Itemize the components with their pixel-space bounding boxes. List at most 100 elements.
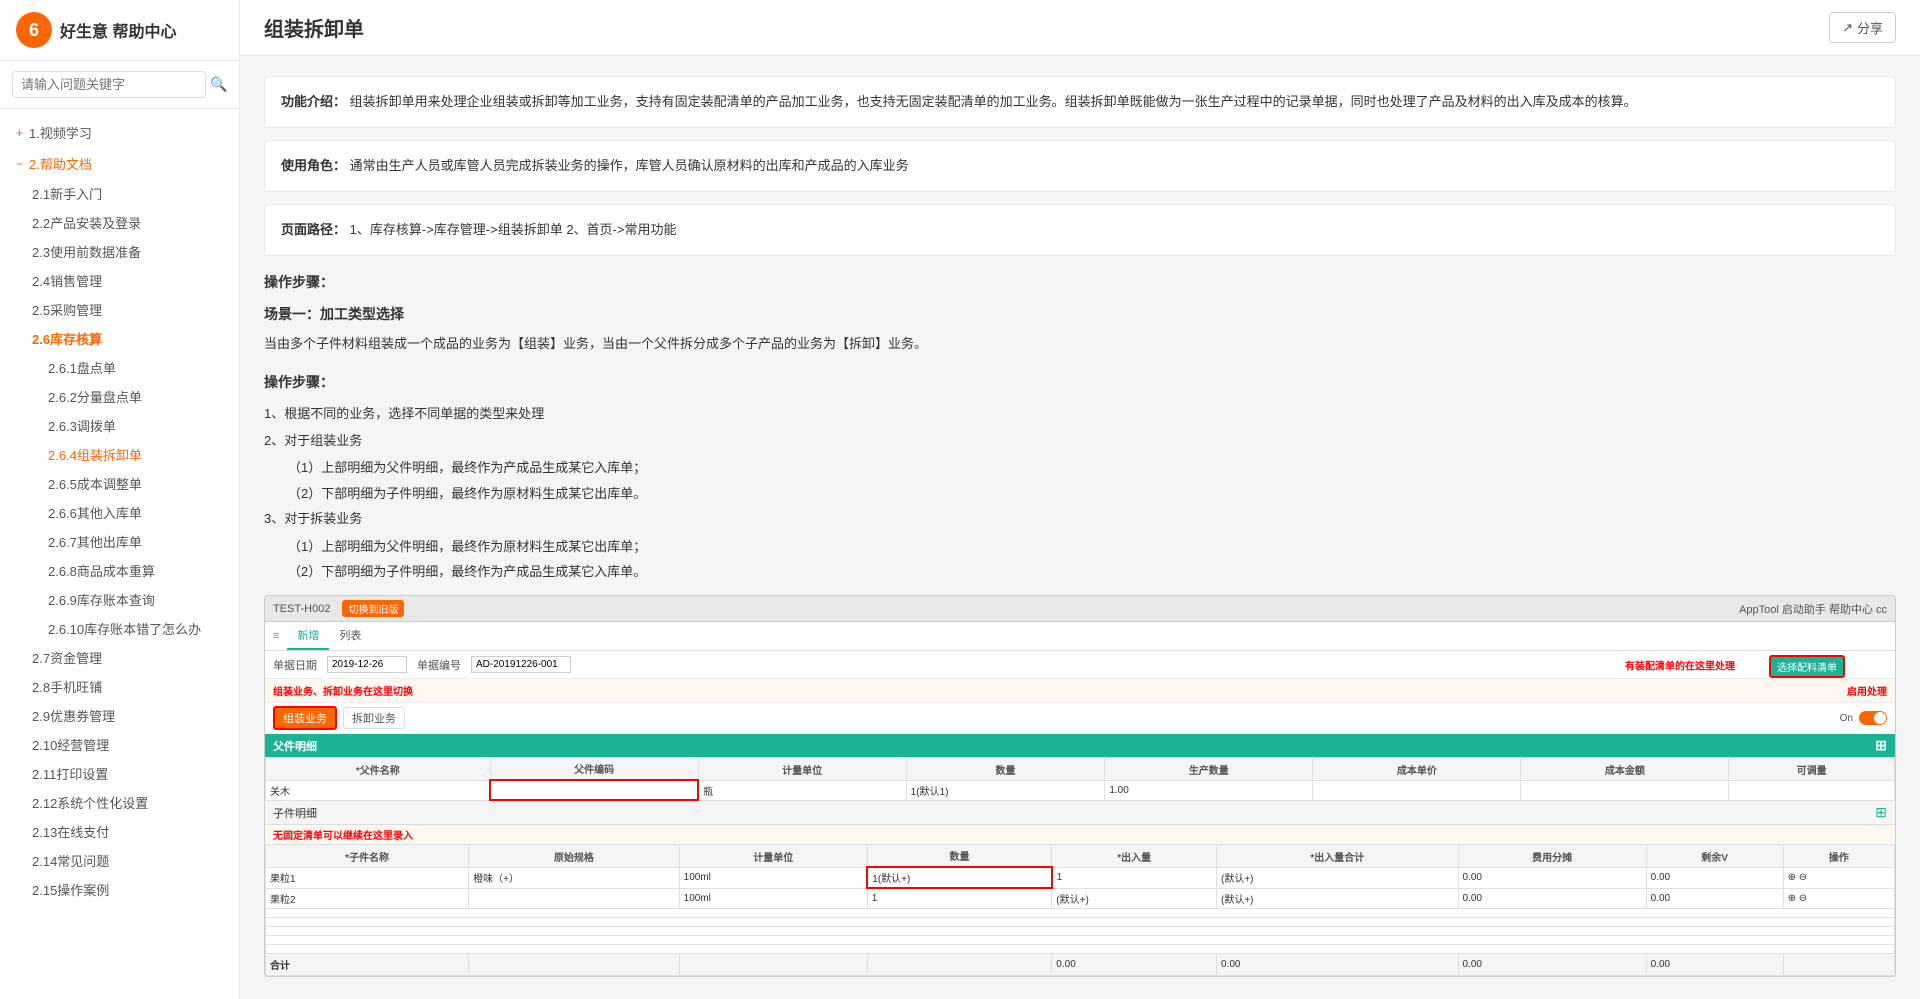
ops-section: 操作步骤： 场景一：加工类型选择 当由多个子件材料组装成一个成品的业务为【组装】… xyxy=(264,272,1896,583)
annotation4-container: 无固定清单可以继续在这里录入 xyxy=(265,825,1895,844)
empty-row-3 xyxy=(266,908,1895,917)
path-label: 页面路径： xyxy=(281,222,346,237)
th-remain: 剩余V xyxy=(1646,845,1783,868)
sidebar-item-mobile[interactable]: 2.8手机旺铺 xyxy=(0,672,239,701)
sidebar-item-finance[interactable]: 2.7资金管理 xyxy=(0,643,239,672)
td-inout1-1: 1 xyxy=(1052,867,1217,888)
screenshot-topbar-icons: AppTool 启动助手 帮助中心 cc xyxy=(1739,601,1887,617)
table-footer: 合计 0.00 0.00 0.00 0.00 xyxy=(266,953,1895,975)
empty-row-5 xyxy=(266,926,1895,935)
sidebar-item-inv263[interactable]: 2.6.3调拨单 xyxy=(0,411,239,440)
sidebar-item-inv266[interactable]: 2.6.6其他入库单 xyxy=(0,498,239,527)
logo-text: 好生意 帮助中心 xyxy=(60,18,176,42)
sidebar-item-docs-label: 2.帮助文档 xyxy=(29,154,92,173)
sidebar-item-inventory[interactable]: 2.6库存核算 xyxy=(0,324,239,353)
sidebar-item-system[interactable]: 2.12系统个性化设置 xyxy=(0,788,239,817)
sidebar-item-print[interactable]: 2.11打印设置 xyxy=(0,759,239,788)
search-button[interactable]: 🔍 xyxy=(210,76,227,93)
table-row: 果粒1 橙味（+） 100ml 1(默认+) 1 (默认+) 0.00 0.00… xyxy=(266,867,1895,888)
step2: 2、对于组装业务 xyxy=(264,429,1896,452)
footer-label: 合计 xyxy=(266,953,469,975)
sidebar-item-install[interactable]: 2.2产品安装及登录 xyxy=(0,208,239,237)
disassembly-type-badge[interactable]: 拆卸业务 xyxy=(343,707,405,729)
footer-total4: 0.00 xyxy=(1646,953,1783,975)
sidebar-item-data[interactable]: 2.3使用前数据准备 xyxy=(0,237,239,266)
sidebar-item-inv262[interactable]: 2.6.2分量盘点单 xyxy=(0,382,239,411)
table-row-empty5 xyxy=(266,944,1895,953)
parent-section-label: 父件明细 xyxy=(273,738,317,754)
th-prod-qty: 生产数量 xyxy=(1105,758,1313,781)
td-unit2: 100ml xyxy=(679,888,867,908)
table-row-empty4 xyxy=(266,935,1895,944)
td-action1[interactable]: ⊕ ⊖ xyxy=(1783,867,1894,888)
scenario1-title: 场景一：加工类型选择 xyxy=(264,304,1896,324)
sidebar-item-video[interactable]: + 1.视频学习 xyxy=(0,117,239,148)
child-section-label: 子件明细 xyxy=(273,805,317,821)
sidebar-item-faq[interactable]: 2.14常见问题 xyxy=(0,846,239,875)
sidebar-item-online[interactable]: 2.13在线支付 xyxy=(0,817,239,846)
sidebar-item-inv2610[interactable]: 2.6.10库存账本错了怎么办 xyxy=(0,614,239,643)
on-label: On xyxy=(1840,713,1853,724)
tab-new[interactable]: 新增 xyxy=(287,622,329,650)
sidebar-item-inv268[interactable]: 2.6.8商品成本重算 xyxy=(0,556,239,585)
td-action2[interactable]: ⊕ ⊖ xyxy=(1783,888,1894,908)
search-input[interactable] xyxy=(12,71,206,98)
sidebar-item-sales[interactable]: 2.4销售管理 xyxy=(0,266,239,295)
td-adjust xyxy=(1729,780,1895,800)
assembly-type-badge[interactable]: 组装业务 xyxy=(273,706,337,730)
sidebar-item-inv267[interactable]: 2.6.7其他出库单 xyxy=(0,527,239,556)
sidebar-item-inv265[interactable]: 2.6.5成本调整单 xyxy=(0,469,239,498)
sidebar-item-inv269[interactable]: 2.6.9库存账本查询 xyxy=(0,585,239,614)
th-child-name: *子件名称 xyxy=(266,845,469,868)
main-header: 组装拆卸单 ↗ 分享 xyxy=(240,0,1920,56)
th-alloc: 费用分摊 xyxy=(1458,845,1646,868)
td-inout2-2: (默认+) xyxy=(1217,888,1459,908)
screenshot-topbar-btn: 切换到旧版 xyxy=(342,600,404,617)
add-row-icon: ⊞ xyxy=(1875,737,1887,754)
annotation4-text: 无固定清单可以继续在这里录入 xyxy=(273,831,413,842)
form-date-input[interactable] xyxy=(327,656,407,673)
toggle-switch[interactable] xyxy=(1859,711,1887,725)
func-intro-text: 组装拆卸单用来处理企业组装或拆卸等加工业务，支持有固定装配清单的产品加工业务，也… xyxy=(350,94,1637,109)
sidebar-item-new[interactable]: 2.1新手入门 xyxy=(0,179,239,208)
td-qty1: 1(默认+) xyxy=(867,867,1052,888)
th-unit: 计量单位 xyxy=(698,758,906,781)
table-row-empty2 xyxy=(266,917,1895,926)
th-cost-total: 成本金额 xyxy=(1521,758,1729,781)
form-num-input[interactable] xyxy=(471,656,571,673)
search-box: 🔍 xyxy=(0,61,239,109)
annotation2-text: 组装业务、拆卸业务在这里切换 xyxy=(273,683,413,698)
sidebar-item-docs[interactable]: − 2.帮助文档 xyxy=(0,148,239,179)
sidebar-logo: 6 好生意 帮助中心 xyxy=(0,0,239,61)
step1: 1、根据不同的业务，选择不同单据的类型来处理 xyxy=(264,402,1896,425)
td-remain2: 0.00 xyxy=(1646,888,1783,908)
td-alloc1: 0.00 xyxy=(1458,867,1646,888)
annotation1-text: 有装配清单的在这里处理 xyxy=(1625,657,1735,672)
td-inout2-1: (默认+) xyxy=(1217,867,1459,888)
main-content: 组装拆卸单 ↗ 分享 功能介绍： 组装拆卸单用来处理企业组装或拆卸等加工业务，支… xyxy=(240,0,1920,999)
th-qty: 数量 xyxy=(906,758,1105,781)
footer-total2: 0.00 xyxy=(1217,953,1459,975)
sidebar-item-purchase[interactable]: 2.5采购管理 xyxy=(0,295,239,324)
share-icon: ↗ xyxy=(1842,20,1853,36)
footer-col3 xyxy=(679,953,867,975)
th-child-unit: 计量单位 xyxy=(679,845,867,868)
sidebar: 6 好生意 帮助中心 🔍 + 1.视频学习 − 2.帮助文档 2.1新手入门 2… xyxy=(0,0,240,999)
step3-sub1: （1）上部明细为父件明细，最终作为原材料生成某它出库单； xyxy=(288,535,1896,558)
tab-list[interactable]: 列表 xyxy=(329,622,371,650)
td-alloc2: 0.00 xyxy=(1458,888,1646,908)
select-bom-button[interactable]: 选择配料清单 xyxy=(1769,655,1845,678)
sidebar-item-inv261[interactable]: 2.6.1盘点单 xyxy=(0,353,239,382)
role-label: 使用角色： xyxy=(281,158,346,173)
footer-total3: 0.00 xyxy=(1458,953,1646,975)
th-orig-spec: 原始规格 xyxy=(469,845,680,868)
sidebar-item-inv264[interactable]: 2.6.4组装拆卸单 xyxy=(0,440,239,469)
th-child-qty: 数量 xyxy=(867,845,1052,868)
footer-col9 xyxy=(1783,953,1894,975)
sidebar-item-cases[interactable]: 2.15操作案例 xyxy=(0,875,239,904)
sidebar-item-coupon[interactable]: 2.9优惠券管理 xyxy=(0,701,239,730)
path-block: 页面路径： 1、库存核算->库存管理->组装拆卸单 2、首页->常用功能 xyxy=(264,204,1896,256)
screenshot-container: TEST-H002 切换到旧版 AppTool 启动助手 帮助中心 cc ≡ 新… xyxy=(264,595,1896,977)
share-button[interactable]: ↗ 分享 xyxy=(1829,12,1896,43)
sidebar-item-manage[interactable]: 2.10经营管理 xyxy=(0,730,239,759)
